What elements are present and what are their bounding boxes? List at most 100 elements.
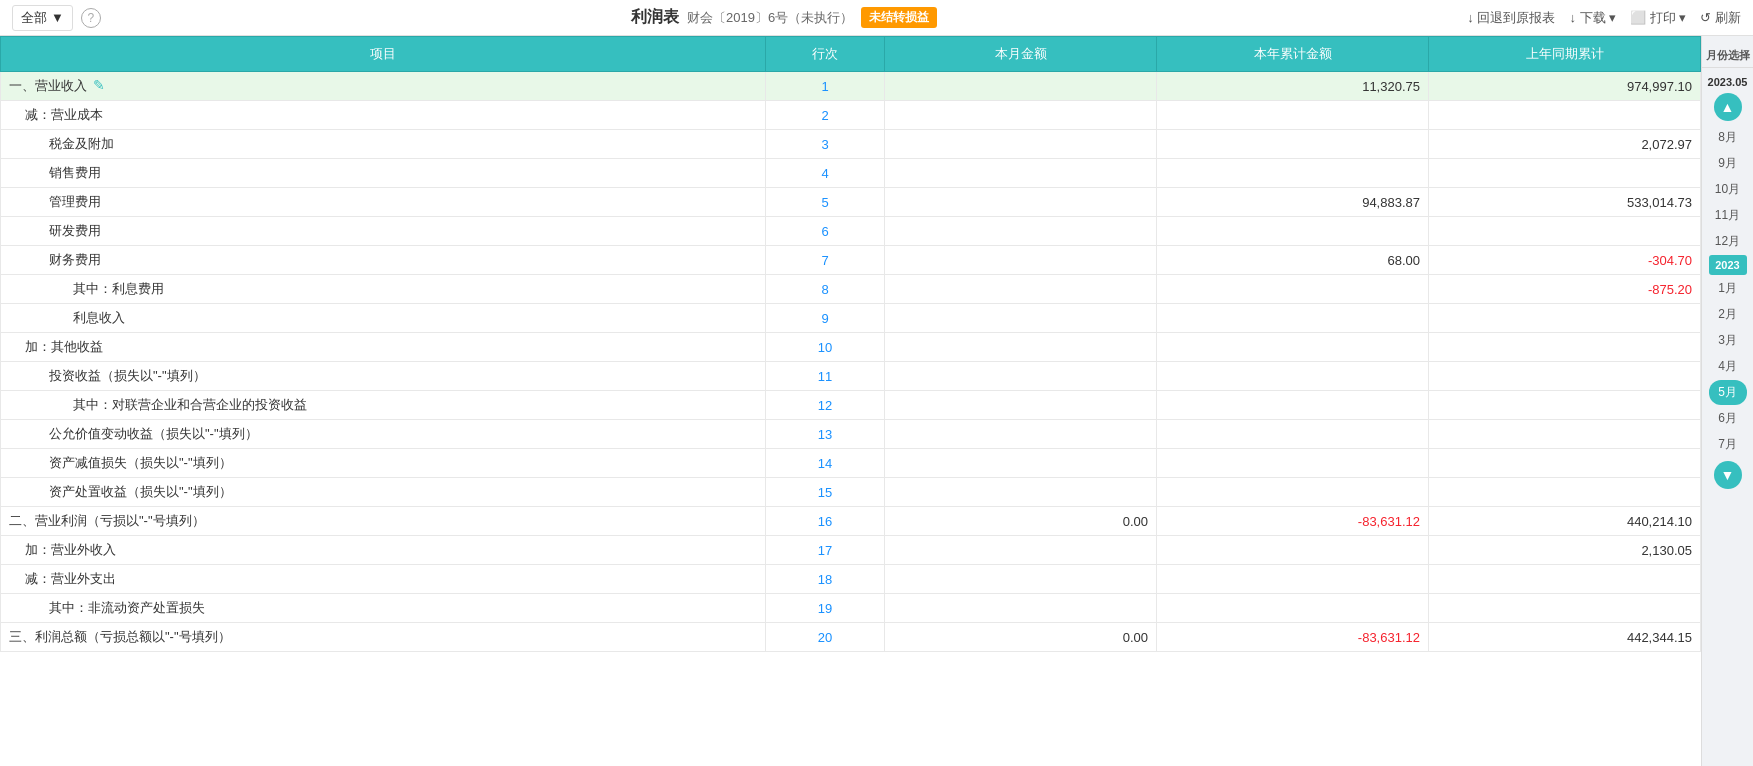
header-center: 利润表 财会〔2019〕6号（未执行） 未结转损益 bbox=[631, 7, 937, 28]
month-btn[interactable]: 6月 bbox=[1709, 406, 1747, 431]
cell-name: 减：营业外支出 bbox=[1, 565, 766, 594]
col-header-ytd: 本年累计金额 bbox=[1157, 37, 1429, 72]
cell-ytd bbox=[1157, 304, 1429, 333]
cell-name: 财务费用 bbox=[1, 246, 766, 275]
cell-ytd bbox=[1157, 391, 1429, 420]
cell-prev-ytd bbox=[1429, 420, 1701, 449]
refresh-btn[interactable]: ↺ 刷新 bbox=[1700, 9, 1741, 27]
help-icon[interactable]: ? bbox=[81, 8, 101, 28]
month-btn[interactable]: 12月 bbox=[1709, 229, 1747, 254]
month-btn[interactable]: 7月 bbox=[1709, 432, 1747, 457]
table-header-row: 项目 行次 本月金额 本年累计金额 上年同期累计 bbox=[1, 37, 1701, 72]
month-btn[interactable]: 5月 bbox=[1709, 380, 1747, 405]
month-btn[interactable]: 2023 bbox=[1709, 255, 1747, 275]
cell-row-num: 14 bbox=[766, 449, 885, 478]
cell-current-month bbox=[885, 565, 1157, 594]
cell-name: 加：营业外收入 bbox=[1, 536, 766, 565]
cell-row-num: 10 bbox=[766, 333, 885, 362]
main-area: 项目 行次 本月金额 本年累计金额 上年同期累计 一、营业收入✎111,320.… bbox=[0, 36, 1753, 766]
cell-name: 投资收益（损失以"-"填列） bbox=[1, 362, 766, 391]
cell-name: 资产减值损失（损失以"-"填列） bbox=[1, 449, 766, 478]
month-btn[interactable]: 3月 bbox=[1709, 328, 1747, 353]
cell-row-num: 13 bbox=[766, 420, 885, 449]
cell-current-month bbox=[885, 130, 1157, 159]
cell-current-month bbox=[885, 420, 1157, 449]
nav-down-btn[interactable]: ▼ bbox=[1714, 461, 1742, 489]
cell-ytd bbox=[1157, 217, 1429, 246]
table-row: 加：营业外收入172,130.05 bbox=[1, 536, 1701, 565]
cell-row-num: 12 bbox=[766, 391, 885, 420]
month-btn[interactable]: 11月 bbox=[1709, 203, 1747, 228]
cell-ytd: 11,320.75 bbox=[1157, 72, 1429, 101]
table-row: 其中：利息费用8-875.20 bbox=[1, 275, 1701, 304]
cell-name: 销售费用 bbox=[1, 159, 766, 188]
top-bar: 全部 ▼ ? 利润表 财会〔2019〕6号（未执行） 未结转损益 ↓ 回退到原报… bbox=[0, 0, 1753, 36]
page-title: 利润表 bbox=[631, 7, 679, 28]
table-row: 二、营业利润（亏损以"-"号填列）160.00-83,631.12440,214… bbox=[1, 507, 1701, 536]
cell-current-month: 0.00 bbox=[885, 623, 1157, 652]
cell-name: 研发费用 bbox=[1, 217, 766, 246]
cell-ytd bbox=[1157, 159, 1429, 188]
month-btn[interactable]: 8月 bbox=[1709, 125, 1747, 150]
cell-name: 利息收入 bbox=[1, 304, 766, 333]
month-btn[interactable]: 1月 bbox=[1709, 276, 1747, 301]
cell-current-month bbox=[885, 478, 1157, 507]
nav-up-btn[interactable]: ▲ bbox=[1714, 93, 1742, 121]
download-btn[interactable]: ↓ 下载 ▾ bbox=[1569, 9, 1616, 27]
cell-current-month bbox=[885, 594, 1157, 623]
cell-name: 一、营业收入✎ bbox=[1, 72, 766, 101]
table-row: 一、营业收入✎111,320.75974,997.10 bbox=[1, 72, 1701, 101]
table-row: 三、利润总额（亏损总额以"-"号填列）200.00-83,631.12442,3… bbox=[1, 623, 1701, 652]
col-header-name: 项目 bbox=[1, 37, 766, 72]
cell-ytd bbox=[1157, 565, 1429, 594]
month-btn[interactable]: 9月 bbox=[1709, 151, 1747, 176]
cell-name: 资产处置收益（损失以"-"填列） bbox=[1, 478, 766, 507]
cell-ytd: -83,631.12 bbox=[1157, 623, 1429, 652]
table-row: 其中：对联营企业和合营企业的投资收益12 bbox=[1, 391, 1701, 420]
cell-name: 三、利润总额（亏损总额以"-"号填列） bbox=[1, 623, 766, 652]
cell-prev-ytd bbox=[1429, 478, 1701, 507]
table-row: 减：营业外支出18 bbox=[1, 565, 1701, 594]
cell-prev-ytd bbox=[1429, 594, 1701, 623]
table-row: 利息收入9 bbox=[1, 304, 1701, 333]
cell-row-num: 16 bbox=[766, 507, 885, 536]
cell-current-month bbox=[885, 391, 1157, 420]
cell-prev-ytd: 440,214.10 bbox=[1429, 507, 1701, 536]
page-subtitle: 财会〔2019〕6号（未执行） bbox=[687, 9, 853, 27]
cell-prev-ytd bbox=[1429, 565, 1701, 594]
cell-ytd bbox=[1157, 420, 1429, 449]
month-btn[interactable]: 4月 bbox=[1709, 354, 1747, 379]
cell-name: 税金及附加 bbox=[1, 130, 766, 159]
cell-current-month: 0.00 bbox=[885, 507, 1157, 536]
month-btn[interactable]: 10月 bbox=[1709, 177, 1747, 202]
table-row: 投资收益（损失以"-"填列）11 bbox=[1, 362, 1701, 391]
cell-prev-ytd: -304.70 bbox=[1429, 246, 1701, 275]
cell-current-month bbox=[885, 72, 1157, 101]
table-row: 加：其他收益10 bbox=[1, 333, 1701, 362]
cell-current-month bbox=[885, 159, 1157, 188]
cell-ytd: 94,883.87 bbox=[1157, 188, 1429, 217]
edit-icon[interactable]: ✎ bbox=[93, 77, 105, 93]
print-btn[interactable]: ⬜ 打印 ▾ bbox=[1630, 9, 1686, 27]
cell-row-num: 11 bbox=[766, 362, 885, 391]
cell-ytd: -83,631.12 bbox=[1157, 507, 1429, 536]
cell-prev-ytd bbox=[1429, 362, 1701, 391]
cell-name: 公允价值变动收益（损失以"-"填列） bbox=[1, 420, 766, 449]
col-header-current: 本月金额 bbox=[885, 37, 1157, 72]
month-btn[interactable]: 2月 bbox=[1709, 302, 1747, 327]
cell-current-month bbox=[885, 536, 1157, 565]
col-header-row: 行次 bbox=[766, 37, 885, 72]
cell-current-month bbox=[885, 188, 1157, 217]
cell-ytd bbox=[1157, 101, 1429, 130]
cell-prev-ytd: 2,130.05 bbox=[1429, 536, 1701, 565]
table-area[interactable]: 项目 行次 本月金额 本年累计金额 上年同期累计 一、营业收入✎111,320.… bbox=[0, 36, 1701, 766]
cell-ytd bbox=[1157, 333, 1429, 362]
cell-row-num: 5 bbox=[766, 188, 885, 217]
return-original-btn[interactable]: ↓ 回退到原报表 bbox=[1467, 9, 1555, 27]
cell-prev-ytd: 533,014.73 bbox=[1429, 188, 1701, 217]
cell-prev-ytd: 442,344.15 bbox=[1429, 623, 1701, 652]
cell-row-num: 4 bbox=[766, 159, 885, 188]
scope-dropdown[interactable]: 全部 ▼ bbox=[12, 5, 73, 31]
cell-prev-ytd bbox=[1429, 159, 1701, 188]
report-table: 项目 行次 本月金额 本年累计金额 上年同期累计 一、营业收入✎111,320.… bbox=[0, 36, 1701, 652]
